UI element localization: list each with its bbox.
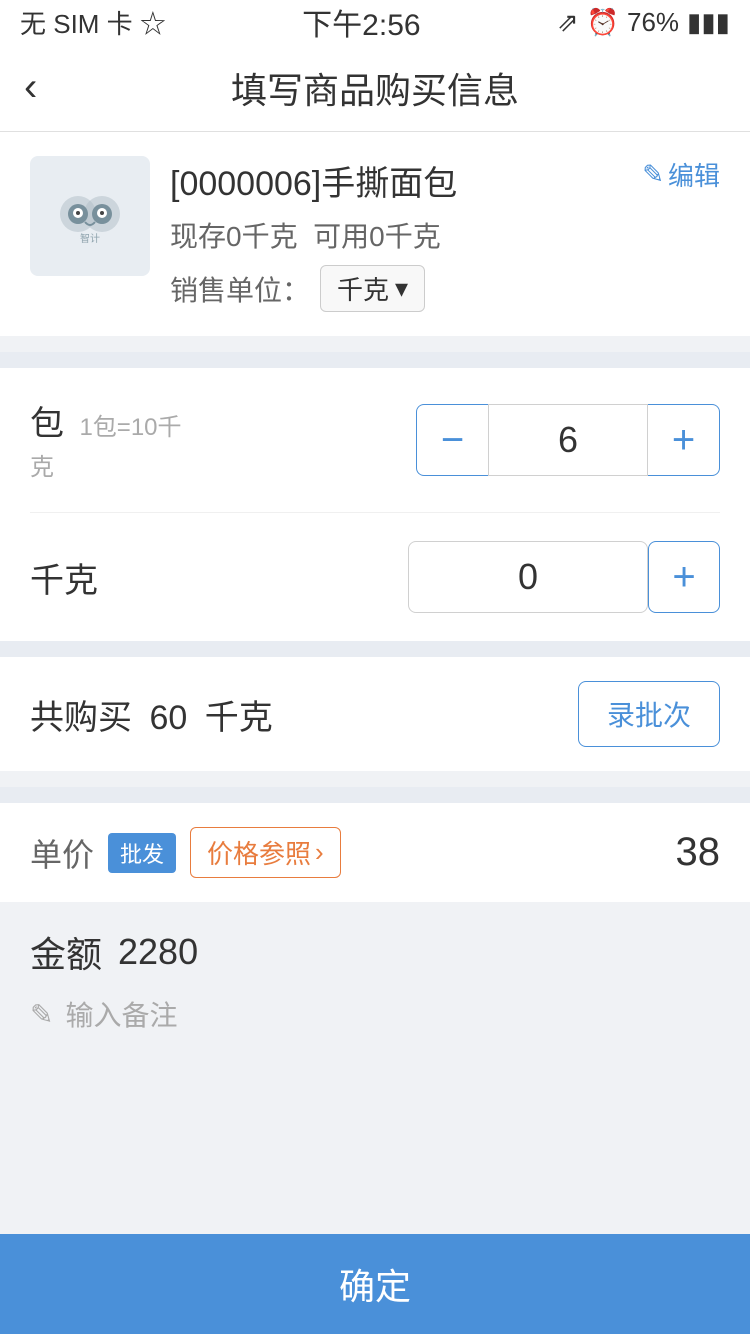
amount-row: 金额 2280 [30, 926, 720, 978]
battery-icon: ▮▮▮ [687, 7, 730, 38]
confirm-button[interactable]: 确定 [339, 1258, 411, 1310]
pack-row: 包 1包=10千克 − + [30, 368, 720, 513]
svg-text:智计: 智计 [80, 232, 100, 245]
price-label: 单价 [30, 830, 94, 876]
price-value: 38 [676, 830, 721, 875]
page-title: 填写商品购买信息 [231, 62, 519, 114]
total-section: 共购买 60 千克 录批次 [0, 657, 750, 771]
product-info: [0000006]手撕面包 现存0千克 可用0千克 销售单位： 千克 ▾ [170, 156, 622, 312]
back-button[interactable]: ‹ [24, 65, 37, 110]
section-divider-2 [0, 641, 750, 657]
price-section: 单价 批发 价格参照 › 38 [0, 803, 750, 902]
amount-value: 2280 [118, 931, 198, 973]
pack-label: 包 1包=10千克 [30, 396, 190, 484]
section-divider-3 [0, 787, 750, 803]
remark-row[interactable]: ✎ 输入备注 [30, 994, 720, 1054]
battery-label: 76% [627, 7, 679, 38]
pack-plus-button[interactable]: + [648, 404, 720, 476]
confirm-bar[interactable]: 确定 [0, 1234, 750, 1334]
batch-button[interactable]: 录批次 [578, 681, 720, 747]
nav-bar: ‹ 填写商品购买信息 [0, 44, 750, 132]
kg-label: 千克 [30, 553, 190, 602]
status-time: 下午2:56 [302, 0, 420, 44]
product-stock: 现存0千克 可用0千克 [170, 215, 622, 255]
amount-section: 金额 2280 ✎ 输入备注 [0, 902, 750, 1054]
kg-quantity-display: 0 [408, 541, 648, 613]
product-unit-row: 销售单位： 千克 ▾ [170, 265, 622, 312]
kg-controls: 0 + [408, 541, 720, 613]
status-left: 无 SIM 卡 ☆ [20, 4, 166, 41]
edit-button[interactable]: ✎ 编辑 [642, 156, 720, 193]
pack-quantity-input[interactable] [488, 404, 648, 476]
alarm-icon: ⏰ [587, 7, 619, 38]
chevron-right-icon: › [315, 837, 324, 868]
unit-select[interactable]: 千克 ▾ [320, 265, 425, 312]
pack-minus-button[interactable]: − [416, 404, 488, 476]
price-ref-button[interactable]: 价格参照 › [190, 827, 341, 878]
product-card: 智计 [0000006]手撕面包 现存0千克 可用0千克 销售单位： 千克 ▾ … [0, 132, 750, 336]
amount-label: 金额 [30, 926, 102, 978]
bottom-spacer [0, 1054, 750, 1174]
total-text: 共购买 60 千克 [30, 690, 273, 739]
status-bar: 无 SIM 卡 ☆ 下午2:56 ⇗ ⏰ 76% ▮▮▮ [0, 0, 750, 44]
product-name: [0000006]手撕面包 [170, 156, 622, 205]
status-right: ⇗ ⏰ 76% ▮▮▮ [557, 7, 730, 38]
sim-label: 无 SIM 卡 ☆ [20, 4, 166, 41]
quantity-section: 包 1包=10千克 − + 千克 0 + [0, 368, 750, 641]
remark-icon: ✎ [30, 998, 53, 1031]
edit-icon: ✎ [642, 159, 664, 190]
location-icon: ⇗ [557, 7, 579, 38]
section-divider-1 [0, 352, 750, 368]
price-tag: 批发 [108, 833, 176, 873]
pack-controls: − + [416, 404, 720, 476]
chevron-down-icon: ▾ [395, 273, 408, 304]
remark-placeholder: 输入备注 [65, 994, 177, 1034]
kg-plus-button[interactable]: + [648, 541, 720, 613]
product-thumbnail: 智计 [30, 156, 150, 276]
kg-row: 千克 0 + [30, 513, 720, 641]
